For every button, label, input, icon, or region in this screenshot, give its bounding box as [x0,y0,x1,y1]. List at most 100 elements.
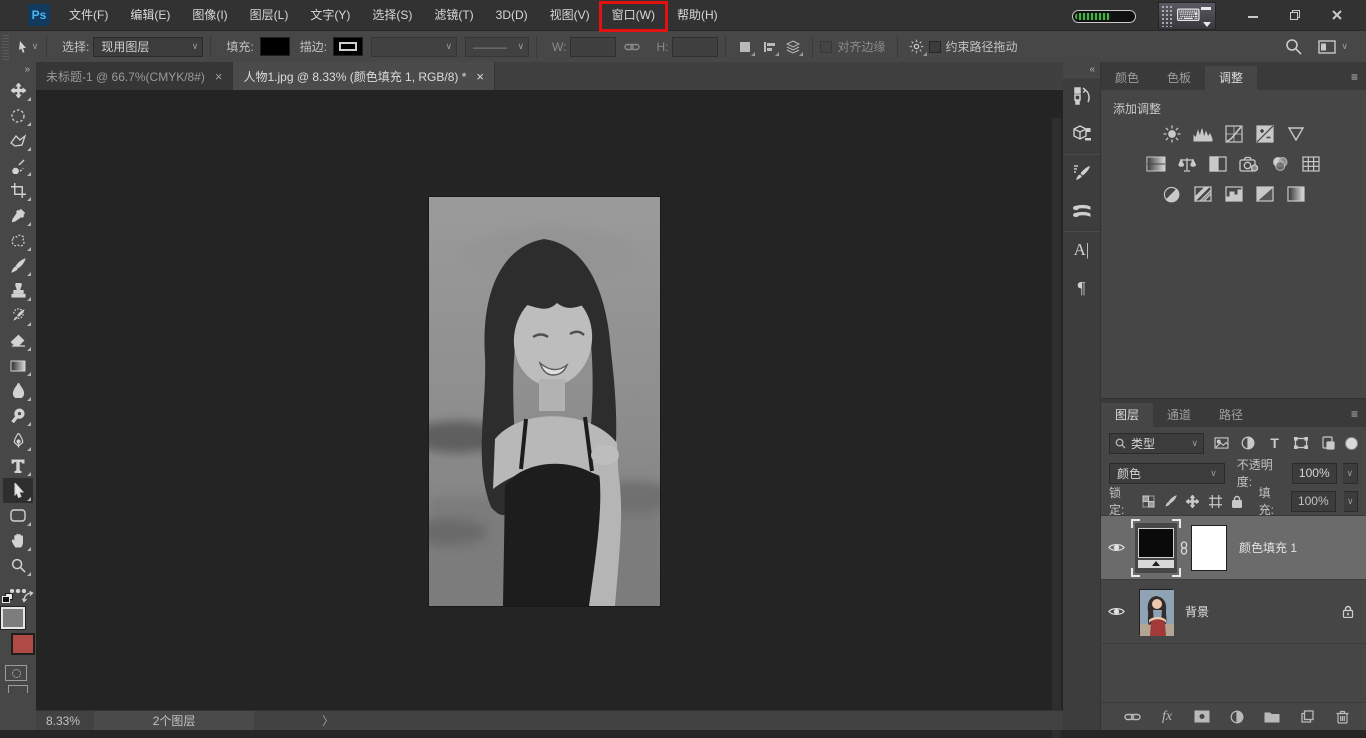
hand-tool[interactable] [3,528,33,553]
status-expand-chevron[interactable]: 〉 [254,712,344,729]
default-colors-icon[interactable] [2,593,14,604]
menu-help[interactable]: 帮助(H) [666,0,729,30]
path-selection-tool[interactable] [3,478,33,503]
selective-color-button[interactable] [1285,184,1307,204]
quick-mask-button[interactable] [5,665,27,681]
layer-row-background[interactable]: 背景 [1101,580,1366,644]
menu-type[interactable]: 文字(Y) [299,0,361,30]
move-tool[interactable] [3,78,33,103]
lock-transparent-pixels-button[interactable] [1141,493,1155,509]
doc-tab-untitled[interactable]: 未标题-1 @ 66.7%(CMYK/8#) × [36,62,233,90]
fill-swatch[interactable] [260,37,290,56]
path-arrangement-button[interactable] [781,36,805,58]
layer-filter-type-dropdown[interactable]: 类型 ∨ [1109,433,1204,454]
path-alignment-button[interactable] [757,36,781,58]
ime-language-bar[interactable]: ⌨ ▬ [1158,2,1216,30]
options-grip[interactable] [2,34,9,60]
filter-shape-layers-button[interactable] [1292,433,1312,453]
select-mode-dropdown[interactable]: 现用图层∨ [93,37,203,57]
shape-tool[interactable] [3,503,33,528]
hue-saturation-button[interactable] [1145,154,1167,174]
menu-window-highlighted[interactable]: 窗口(W) [601,0,666,30]
posterize-button[interactable] [1192,184,1214,204]
path-operations-button[interactable] [733,36,757,58]
color-lookup-button[interactable] [1300,154,1322,174]
menu-edit[interactable]: 编辑(E) [119,0,181,30]
filter-smart-objects-button[interactable] [1318,433,1338,453]
tab-paths[interactable]: 路径 [1205,403,1257,427]
tab-layers[interactable]: 图层 [1101,403,1153,427]
layer-filter-toggle[interactable] [1345,437,1358,450]
visibility-toggle[interactable] [1101,606,1131,617]
patch-tool[interactable] [3,228,33,253]
screen-mode-button[interactable] [8,685,28,693]
photo-filter-button[interactable] [1238,154,1260,174]
exposure-button[interactable] [1254,124,1276,144]
restore-button[interactable] [1274,0,1316,30]
fill-value[interactable]: 100% [1291,491,1336,512]
filter-adjustment-layers-button[interactable] [1238,433,1258,453]
black-white-button[interactable] [1207,154,1229,174]
brush-tool[interactable] [3,253,33,278]
layer-mask-thumbnail[interactable] [1191,525,1227,571]
zoom-tool[interactable] [3,553,33,578]
lasso-tool[interactable] [3,128,33,153]
tab-close-icon[interactable]: × [476,69,484,84]
new-adjustment-layer-button[interactable] [1227,707,1247,727]
zoom-level[interactable]: 8.33% [36,714,94,728]
brightness-contrast-button[interactable] [1161,124,1183,144]
gradient-tool[interactable] [3,353,33,378]
lock-artboard-button[interactable] [1208,493,1222,509]
invert-button[interactable] [1161,184,1183,204]
levels-button[interactable] [1192,124,1214,144]
stroke-width-dropdown[interactable]: ∨ [371,37,457,57]
3d-panel-button[interactable] [1070,122,1094,146]
menu-file[interactable]: 文件(F) [58,0,119,30]
tab-channels[interactable]: 通道 [1153,403,1205,427]
gradient-map-button[interactable] [1254,184,1276,204]
align-edges-checkbox[interactable] [820,41,832,53]
fill-layer-thumbnail[interactable] [1135,523,1177,573]
layer-style-button[interactable]: fx [1157,707,1177,727]
menu-select[interactable]: 选择(S) [361,0,423,30]
link-dimensions-button[interactable] [620,36,644,58]
toolbar-collapse-button[interactable]: » [0,62,36,78]
keyboard-icon[interactable]: ⌨ [1176,8,1201,25]
crop-tool[interactable] [3,178,33,203]
menu-layer[interactable]: 图层(L) [239,0,300,30]
delete-layer-button[interactable] [1332,707,1352,727]
swap-colors-icon[interactable] [22,591,34,603]
dodge-tool[interactable] [3,403,33,428]
lock-position-button[interactable] [1186,493,1200,509]
link-layers-button[interactable] [1122,707,1142,727]
ime-dropdown-icon[interactable] [1203,22,1211,27]
fill-dropdown-button[interactable]: ∨ [1344,491,1358,512]
layer-mask-link-icon[interactable] [1177,541,1191,555]
panel-menu-icon[interactable]: ≡ [1351,407,1358,421]
stroke-swatch[interactable] [333,37,363,56]
lock-all-button[interactable] [1230,493,1244,509]
lock-image-pixels-button[interactable] [1164,493,1178,509]
expand-panels-button[interactable]: « [1063,62,1100,77]
quick-selection-tool[interactable] [3,153,33,178]
background-color-swatch[interactable] [11,633,35,655]
menu-filter[interactable]: 滤镜(T) [423,0,484,30]
tool-preset-button[interactable]: ∨ [15,36,39,58]
tab-close-icon[interactable]: × [215,69,223,84]
layer-name[interactable]: 背景 [1185,603,1209,620]
history-panel-button[interactable] [1070,84,1094,108]
menu-image[interactable]: 图像(I) [181,0,238,30]
eyedropper-tool[interactable] [3,203,33,228]
ime-minimize-icon[interactable]: ▬ [1201,4,1211,12]
doc-tab-portrait[interactable]: 人物1.jpg @ 8.33% (颜色填充 1, RGB/8) * × [233,62,495,90]
canvas[interactable] [36,90,1063,710]
canvas-scrollbar[interactable] [1052,118,1061,738]
blend-mode-dropdown[interactable]: 颜色∨ [1109,463,1225,484]
history-brush-tool[interactable] [3,303,33,328]
panel-menu-icon[interactable]: ≡ [1351,70,1358,84]
search-icon[interactable] [1285,38,1302,55]
layer-row-color-fill[interactable]: 颜色填充 1 [1101,516,1366,580]
menu-3d[interactable]: 3D(D) [485,0,539,30]
width-input[interactable] [570,37,616,57]
close-button[interactable] [1316,0,1358,30]
